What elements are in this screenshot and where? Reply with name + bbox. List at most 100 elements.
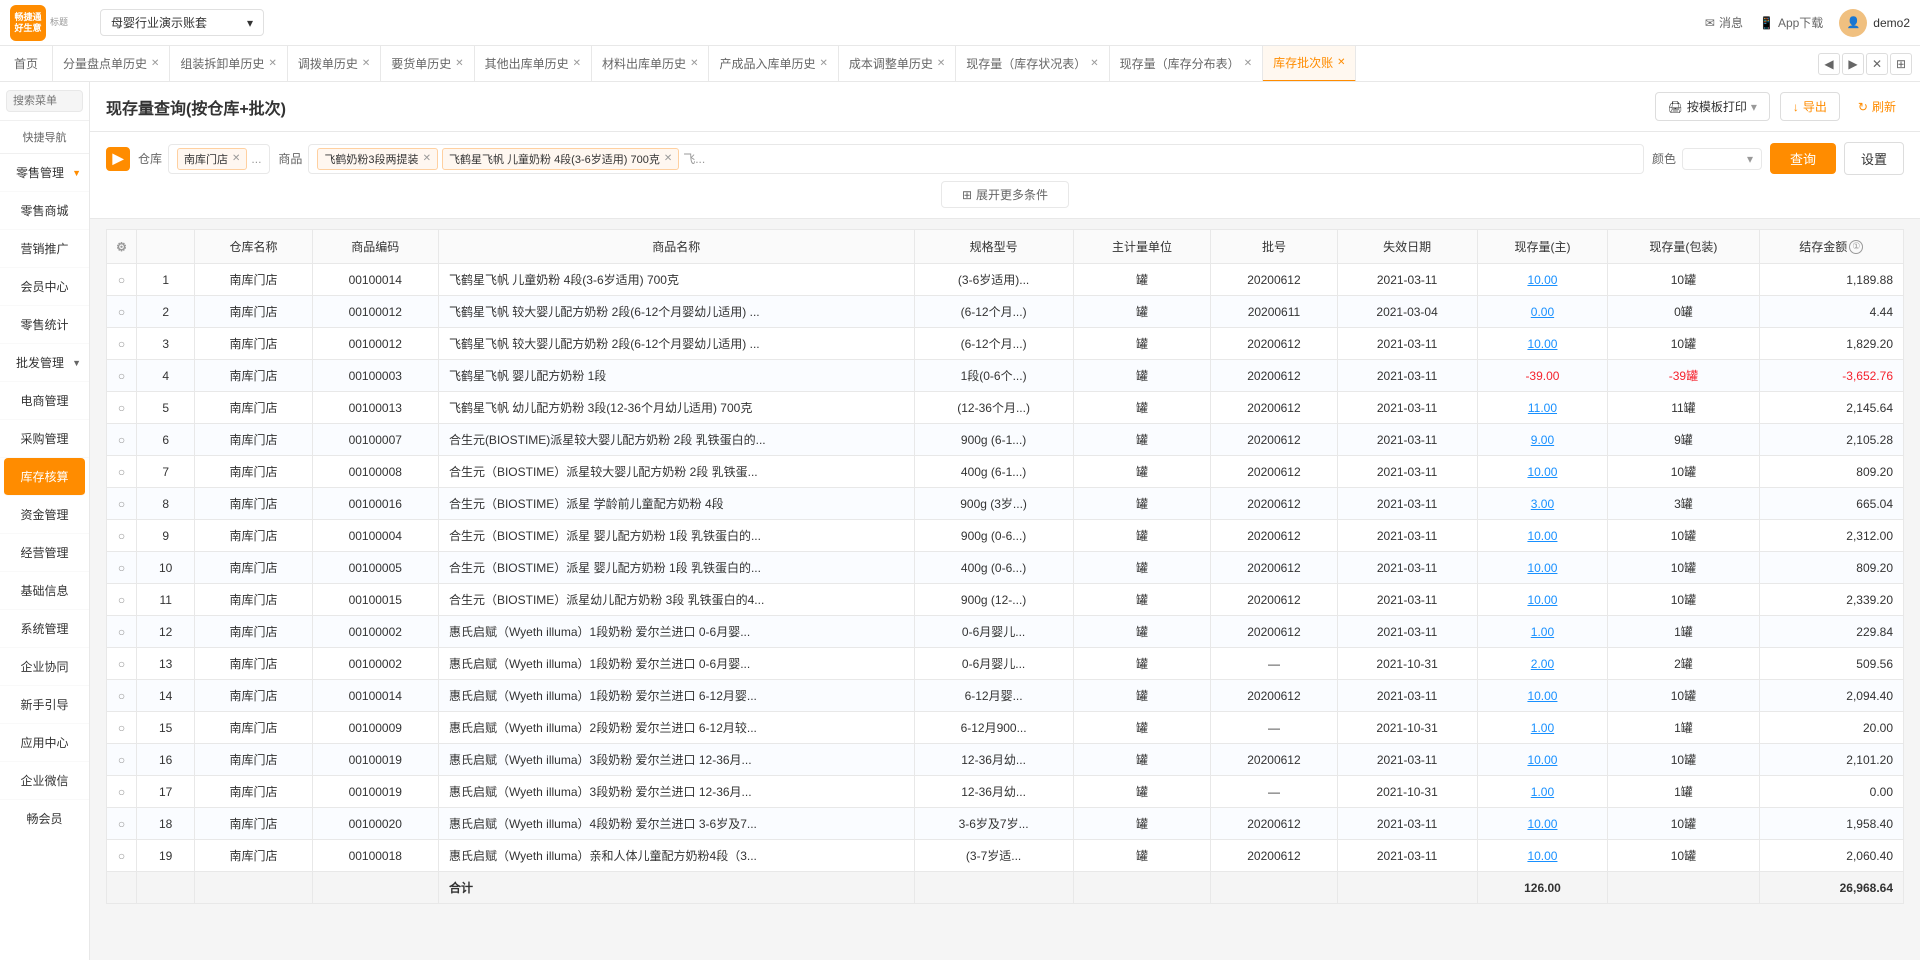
menu-item-member[interactable]: 会员中心 — [0, 268, 89, 306]
td-settings[interactable]: ○ — [107, 776, 137, 808]
menu-item-app-center[interactable]: 应用中心 — [0, 724, 89, 762]
tab-close[interactable]: ✕ — [362, 58, 370, 69]
query-btn[interactable]: 查询 — [1770, 143, 1836, 174]
tab-close[interactable]: ✕ — [573, 58, 581, 69]
org-selector[interactable]: 母婴行业演示账套 ▾ — [100, 9, 264, 36]
td-settings[interactable]: ○ — [107, 552, 137, 584]
td-qty-main[interactable]: 10.00 — [1477, 808, 1608, 840]
td-qty-main[interactable]: 11.00 — [1477, 392, 1608, 424]
td-settings[interactable]: ○ — [107, 328, 137, 360]
tab-close-all-btn[interactable]: ✕ — [1866, 53, 1888, 75]
tab-close[interactable]: ✕ — [937, 58, 945, 69]
menu-item-inventory[interactable]: 库存核算 — [4, 458, 85, 496]
product-tag-box[interactable]: 飞鹤奶粉3段两提装 ✕ 飞鹤星飞帆 儿童奶粉 4段(3-6岁适用) 700克 ✕… — [308, 144, 1644, 174]
tab-fenpan[interactable]: 分量盘点单历史 ✕ — [53, 46, 170, 82]
td-qty-main[interactable]: 1.00 — [1477, 712, 1608, 744]
td-settings[interactable]: ○ — [107, 744, 137, 776]
tab-close-active[interactable]: ✕ — [1337, 57, 1345, 68]
tab-qita[interactable]: 其他出库单历史 ✕ — [475, 46, 592, 82]
tag-close-icon[interactable]: ✕ — [664, 153, 672, 164]
td-qty-main[interactable]: 1.00 — [1477, 776, 1608, 808]
td-qty-main[interactable]: 10.00 — [1477, 328, 1608, 360]
tab-xiancun-status[interactable]: 现存量（库存状况表） ✕ — [956, 46, 1109, 82]
filter-expand-btn[interactable]: ▶ — [106, 147, 130, 171]
td-qty-main[interactable]: 10.00 — [1477, 520, 1608, 552]
warehouse-tag-box[interactable]: 南库门店 ✕ ... — [168, 144, 270, 174]
tab-expand-btn[interactable]: ⊞ — [1890, 53, 1912, 75]
td-qty-main[interactable]: -39.00 — [1477, 360, 1608, 392]
menu-item-member2[interactable]: 畅会员 — [0, 800, 89, 837]
menu-item-operations[interactable]: 经营管理 — [0, 534, 89, 572]
menu-item-finance[interactable]: 资金管理 — [0, 496, 89, 534]
td-settings[interactable]: ○ — [107, 712, 137, 744]
tab-close[interactable]: ✕ — [819, 58, 827, 69]
template-print-btn[interactable]: 🖨 按模板打印 ▾ — [1655, 92, 1770, 121]
td-settings[interactable]: ○ — [107, 616, 137, 648]
menu-item-wechat[interactable]: 企业微信 — [0, 762, 89, 800]
tab-kucun-active[interactable]: 库存批次账 ✕ — [1263, 46, 1356, 82]
td-settings[interactable]: ○ — [107, 808, 137, 840]
tab-chanpin[interactable]: 产成品入库单历史 ✕ — [709, 46, 838, 82]
tab-close[interactable]: ✕ — [268, 58, 276, 69]
td-settings[interactable]: ○ — [107, 392, 137, 424]
menu-item-retail-shop[interactable]: 零售商城 — [0, 192, 89, 230]
td-qty-main[interactable]: 10.00 — [1477, 840, 1608, 872]
td-settings[interactable]: ○ — [107, 840, 137, 872]
td-qty-main[interactable]: 9.00 — [1477, 424, 1608, 456]
td-settings[interactable]: ○ — [107, 648, 137, 680]
tab-tiaopai[interactable]: 调拨单历史 ✕ — [288, 46, 381, 82]
search-input[interactable] — [6, 90, 83, 112]
td-settings[interactable]: ○ — [107, 456, 137, 488]
tab-close[interactable]: ✕ — [1090, 58, 1098, 69]
export-btn[interactable]: ↓ 导出 — [1780, 92, 1840, 121]
tab-prev-btn[interactable]: ◀ — [1818, 53, 1840, 75]
expand-more-btn[interactable]: ⊞ 展开更多条件 — [941, 181, 1069, 208]
td-settings[interactable]: ○ — [107, 520, 137, 552]
menu-item-marketing[interactable]: 营销推广 — [0, 230, 89, 268]
tab-next-btn[interactable]: ▶ — [1842, 53, 1864, 75]
user-area[interactable]: 👤 demo2 — [1839, 9, 1910, 37]
th-settings[interactable]: ⚙ — [107, 230, 137, 264]
td-settings[interactable]: ○ — [107, 264, 137, 296]
app-download-btn[interactable]: 📱 App下载 — [1759, 14, 1823, 31]
td-settings[interactable]: ○ — [107, 680, 137, 712]
menu-item-wholesale[interactable]: 批发管理 ▼ — [0, 344, 89, 382]
message-btn[interactable]: ✉ 消息 — [1705, 14, 1743, 31]
tab-close[interactable]: ✕ — [690, 58, 698, 69]
refresh-btn[interactable]: ↻ 刷新 — [1850, 93, 1904, 120]
menu-item-enterprise[interactable]: 企业协同 — [0, 648, 89, 686]
td-settings[interactable]: ○ — [107, 296, 137, 328]
tab-yaohuo[interactable]: 要货单历史 ✕ — [381, 46, 474, 82]
td-qty-main[interactable]: 10.00 — [1477, 744, 1608, 776]
color-tag-box[interactable]: ▾ — [1682, 148, 1762, 170]
menu-item-ecommerce[interactable]: 电商管理 — [0, 382, 89, 420]
td-settings[interactable]: ○ — [107, 424, 137, 456]
td-qty-main[interactable]: 10.00 — [1477, 552, 1608, 584]
td-qty-main[interactable]: 2.00 — [1477, 648, 1608, 680]
td-qty-main[interactable]: 3.00 — [1477, 488, 1608, 520]
tab-close[interactable]: ✕ — [1244, 58, 1252, 69]
tab-home[interactable]: 首页 — [0, 46, 53, 82]
menu-item-retail-stats[interactable]: 零售统计 — [0, 306, 89, 344]
tab-cailiao[interactable]: 材料出库单历史 ✕ — [592, 46, 709, 82]
info-icon[interactable]: ① — [1849, 240, 1863, 254]
tab-chengben[interactable]: 成本调整单历史 ✕ — [839, 46, 956, 82]
tab-zuchang[interactable]: 组装拆卸单历史 ✕ — [170, 46, 287, 82]
menu-item-system[interactable]: 系统管理 — [0, 610, 89, 648]
menu-item-purchase[interactable]: 采购管理 — [0, 420, 89, 458]
td-qty-main[interactable]: 10.00 — [1477, 264, 1608, 296]
td-qty-main[interactable]: 0.00 — [1477, 296, 1608, 328]
td-qty-main[interactable]: 10.00 — [1477, 456, 1608, 488]
td-settings[interactable]: ○ — [107, 584, 137, 616]
tab-close[interactable]: ✕ — [151, 58, 159, 69]
td-qty-main[interactable]: 10.00 — [1477, 584, 1608, 616]
set-btn[interactable]: 设置 — [1844, 142, 1904, 175]
td-settings[interactable]: ○ — [107, 488, 137, 520]
tab-xiancun-dist[interactable]: 现存量（库存分布表） ✕ — [1110, 46, 1263, 82]
menu-item-basic-info[interactable]: 基础信息 — [0, 572, 89, 610]
td-qty-main[interactable]: 1.00 — [1477, 616, 1608, 648]
tag-close-icon[interactable]: ✕ — [232, 153, 240, 164]
menu-item-retail-mgmt[interactable]: 零售管理 ▼ — [0, 154, 89, 192]
menu-item-newbie[interactable]: 新手引导 — [0, 686, 89, 724]
quick-nav[interactable]: 快捷导航 — [0, 121, 89, 154]
